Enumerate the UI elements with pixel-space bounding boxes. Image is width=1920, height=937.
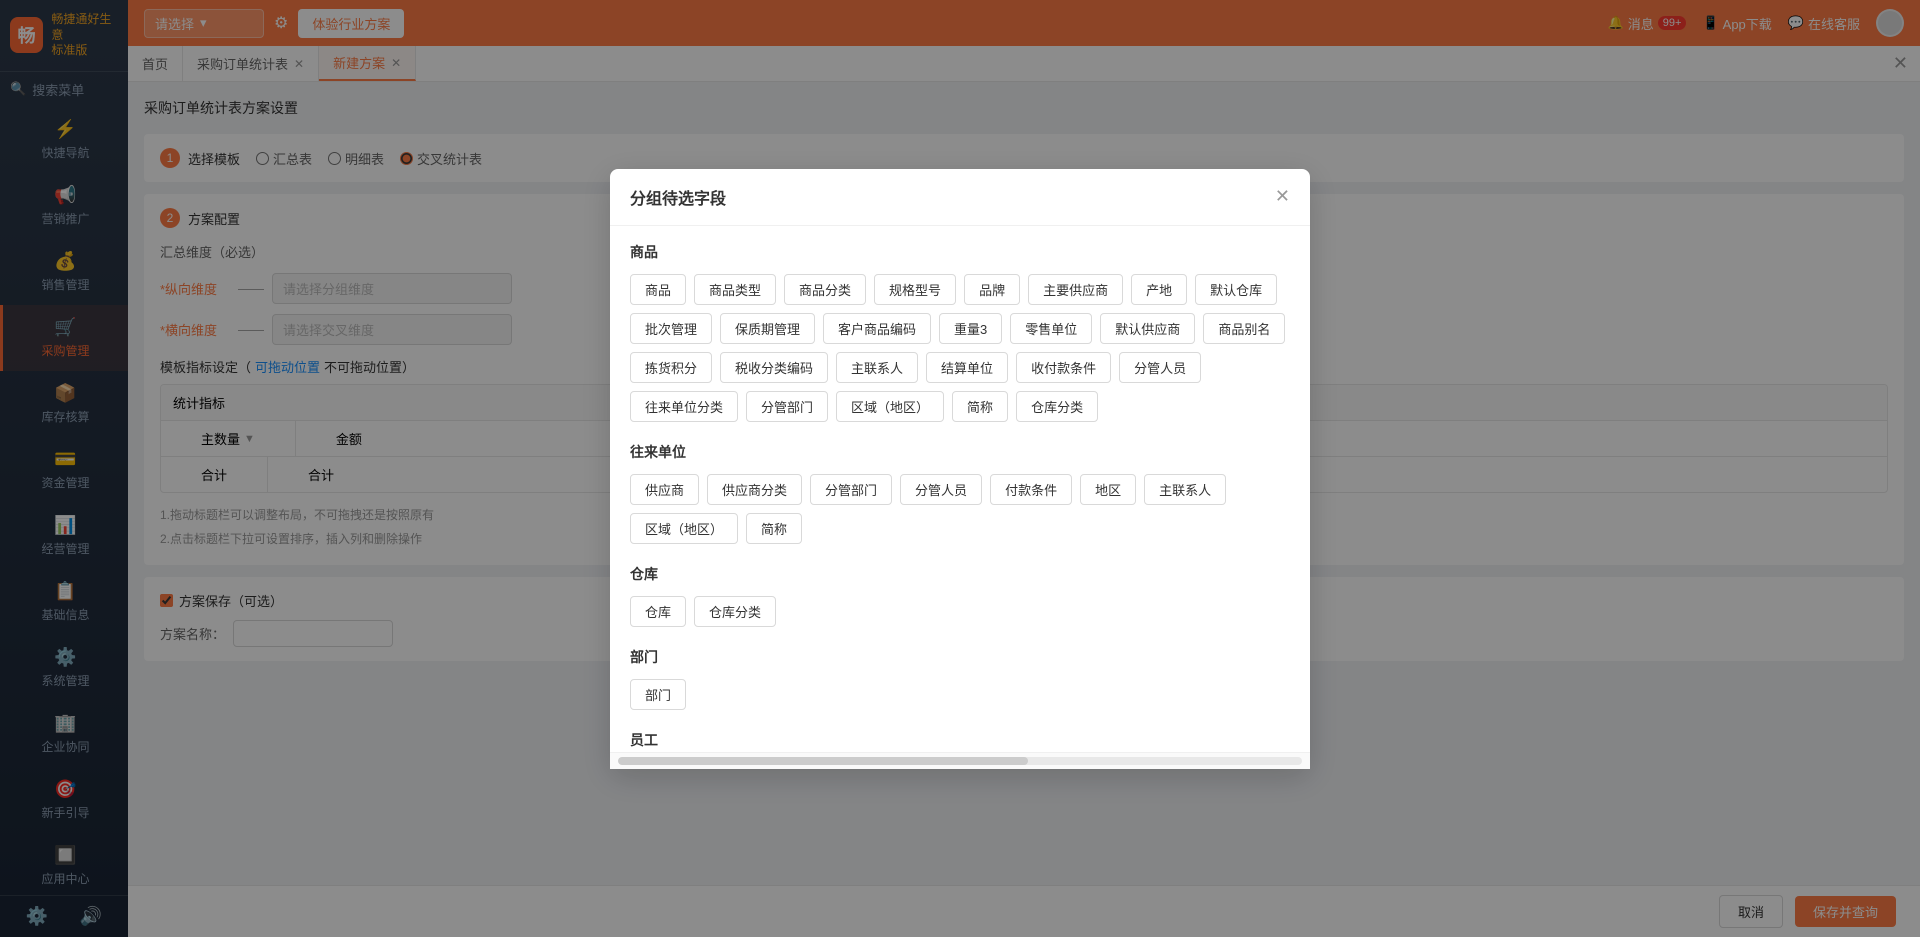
field-warehouse-cat2[interactable]: 仓库分类 [694, 596, 776, 627]
section-product-title: 商品 [630, 242, 1290, 262]
field-contact[interactable]: 主联系人 [1144, 474, 1226, 505]
warehouse-fields-grid: 仓库 仓库分类 [630, 596, 1290, 627]
field-tax-code[interactable]: 税收分类编码 [720, 352, 828, 383]
field-payment-cond[interactable]: 付款条件 [990, 474, 1072, 505]
section-dept-title: 部门 [630, 647, 1290, 667]
field-spec-type[interactable]: 规格型号 [874, 274, 956, 305]
field-brand[interactable]: 品牌 [964, 274, 1020, 305]
field-default-warehouse[interactable]: 默认仓库 [1195, 274, 1277, 305]
field-validity-manage[interactable]: 保质期管理 [720, 313, 815, 344]
field-product-type[interactable]: 商品类型 [694, 274, 776, 305]
field-product-category[interactable]: 商品分类 [784, 274, 866, 305]
field-payment-terms[interactable]: 收付款条件 [1016, 352, 1111, 383]
field-short-name2[interactable]: 简称 [746, 513, 802, 544]
field-source-unit-cat[interactable]: 往来单位分类 [630, 391, 738, 422]
field-dept[interactable]: 分管部门 [810, 474, 892, 505]
field-selection-modal: 分组待选字段 ✕ 商品 商品 商品类型 商品分类 规格型号 品牌 主要供应商 产… [610, 169, 1310, 769]
field-pickup-score[interactable]: 拣货积分 [630, 352, 712, 383]
field-supplier[interactable]: 供应商 [630, 474, 699, 505]
section-partner: 往来单位 供应商 供应商分类 分管部门 分管人员 付款条件 地区 主联系人 区域… [630, 442, 1290, 544]
section-product: 商品 商品 商品类型 商品分类 规格型号 品牌 主要供应商 产地 默认仓库 批次… [630, 242, 1290, 422]
field-main-supplier[interactable]: 主要供应商 [1028, 274, 1123, 305]
field-origin[interactable]: 产地 [1131, 274, 1187, 305]
field-main-contact[interactable]: 主联系人 [836, 352, 918, 383]
field-region[interactable]: 区域（地区） [836, 391, 944, 422]
field-region2[interactable]: 区域（地区） [630, 513, 738, 544]
field-managed-dept[interactable]: 分管部门 [746, 391, 828, 422]
field-customer-code[interactable]: 客户商品编码 [823, 313, 931, 344]
section-employee-title: 员工 [630, 730, 1290, 750]
partner-fields-grid: 供应商 供应商分类 分管部门 分管人员 付款条件 地区 主联系人 区域（地区） … [630, 474, 1290, 544]
modal-header: 分组待选字段 ✕ [610, 169, 1310, 226]
modal-title: 分组待选字段 [630, 185, 726, 209]
field-product-alias[interactable]: 商品别名 [1203, 313, 1285, 344]
field-dept-manager[interactable]: 分管人员 [900, 474, 982, 505]
field-warehouse-cat[interactable]: 仓库分类 [1016, 391, 1098, 422]
dept-fields-grid: 部门 [630, 679, 1290, 710]
field-batch-manage[interactable]: 批次管理 [630, 313, 712, 344]
field-product[interactable]: 商品 [630, 274, 686, 305]
field-area[interactable]: 地区 [1080, 474, 1136, 505]
section-partner-title: 往来单位 [630, 442, 1290, 462]
field-weight3[interactable]: 重量3 [939, 313, 1002, 344]
field-short-name[interactable]: 简称 [952, 391, 1008, 422]
modal-body: 商品 商品 商品类型 商品分类 规格型号 品牌 主要供应商 产地 默认仓库 批次… [610, 226, 1310, 752]
field-manager[interactable]: 分管人员 [1119, 352, 1201, 383]
product-fields-grid: 商品 商品类型 商品分类 规格型号 品牌 主要供应商 产地 默认仓库 批次管理 … [630, 274, 1290, 422]
field-default-supplier[interactable]: 默认供应商 [1100, 313, 1195, 344]
field-settlement-unit[interactable]: 结算单位 [926, 352, 1008, 383]
section-warehouse-title: 仓库 [630, 564, 1290, 584]
field-department[interactable]: 部门 [630, 679, 686, 710]
section-dept: 部门 部门 [630, 647, 1290, 710]
field-supplier-cat[interactable]: 供应商分类 [707, 474, 802, 505]
field-retail-unit[interactable]: 零售单位 [1010, 313, 1092, 344]
modal-close-button[interactable]: ✕ [1275, 186, 1290, 207]
section-warehouse: 仓库 仓库 仓库分类 [630, 564, 1290, 627]
section-employee: 员工 业务员 [630, 730, 1290, 752]
field-warehouse[interactable]: 仓库 [630, 596, 686, 627]
